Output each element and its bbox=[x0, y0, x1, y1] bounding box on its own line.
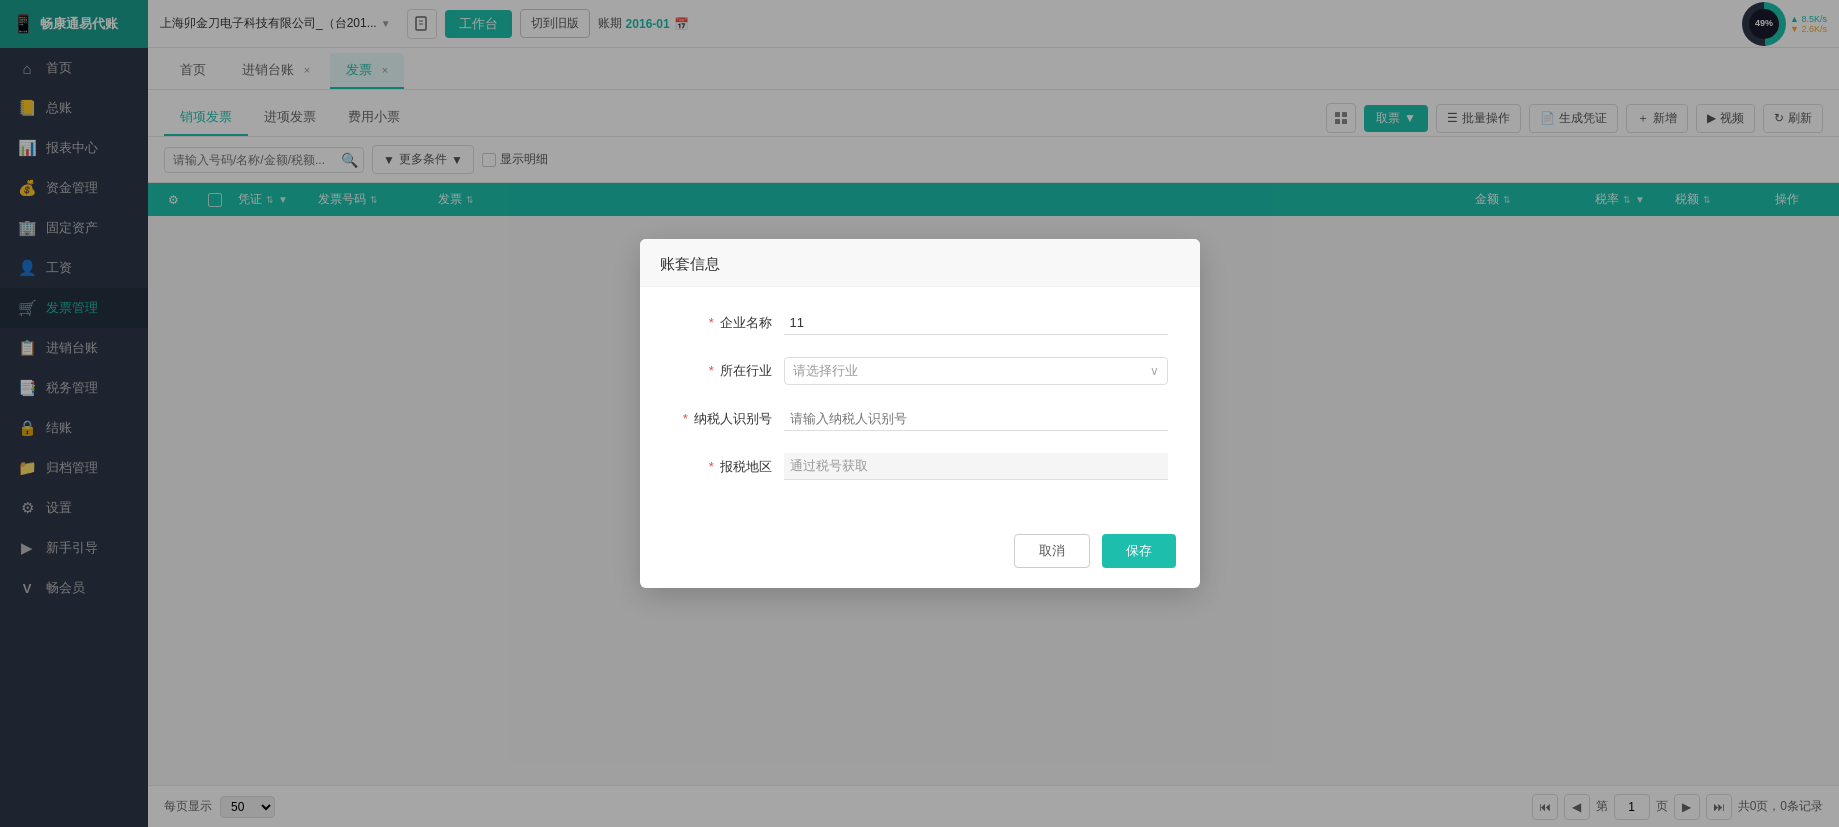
cancel-button[interactable]: 取消 bbox=[1014, 534, 1090, 568]
industry-dropdown-icon: ∨ bbox=[1150, 364, 1159, 378]
save-button[interactable]: 保存 bbox=[1102, 534, 1176, 568]
tax-id-row: * 纳税人识别号 bbox=[672, 407, 1168, 431]
industry-placeholder: 请选择行业 bbox=[793, 362, 858, 380]
company-name-row: * 企业名称 bbox=[672, 311, 1168, 335]
tax-region-label: * 报税地区 bbox=[672, 458, 772, 476]
modal-overlay[interactable]: 账套信息 * 企业名称 * 所在行业 请选择行业 ∨ bbox=[0, 0, 1839, 827]
company-name-label: * 企业名称 bbox=[672, 314, 772, 332]
tax-id-label: * 纳税人识别号 bbox=[672, 410, 772, 428]
modal-header: 账套信息 bbox=[640, 239, 1200, 287]
modal-footer: 取消 保存 bbox=[640, 522, 1200, 588]
account-info-modal: 账套信息 * 企业名称 * 所在行业 请选择行业 ∨ bbox=[640, 239, 1200, 588]
tax-region-input: 通过税号获取 bbox=[784, 453, 1168, 480]
industry-row: * 所在行业 请选择行业 ∨ bbox=[672, 357, 1168, 385]
modal-body: * 企业名称 * 所在行业 请选择行业 ∨ * 纳 bbox=[640, 287, 1200, 522]
industry-label: * 所在行业 bbox=[672, 362, 772, 380]
tax-id-input[interactable] bbox=[784, 407, 1168, 431]
company-name-input[interactable] bbox=[784, 311, 1168, 335]
tax-region-row: * 报税地区 通过税号获取 bbox=[672, 453, 1168, 480]
modal-title: 账套信息 bbox=[660, 255, 720, 272]
industry-select[interactable]: 请选择行业 ∨ bbox=[784, 357, 1168, 385]
